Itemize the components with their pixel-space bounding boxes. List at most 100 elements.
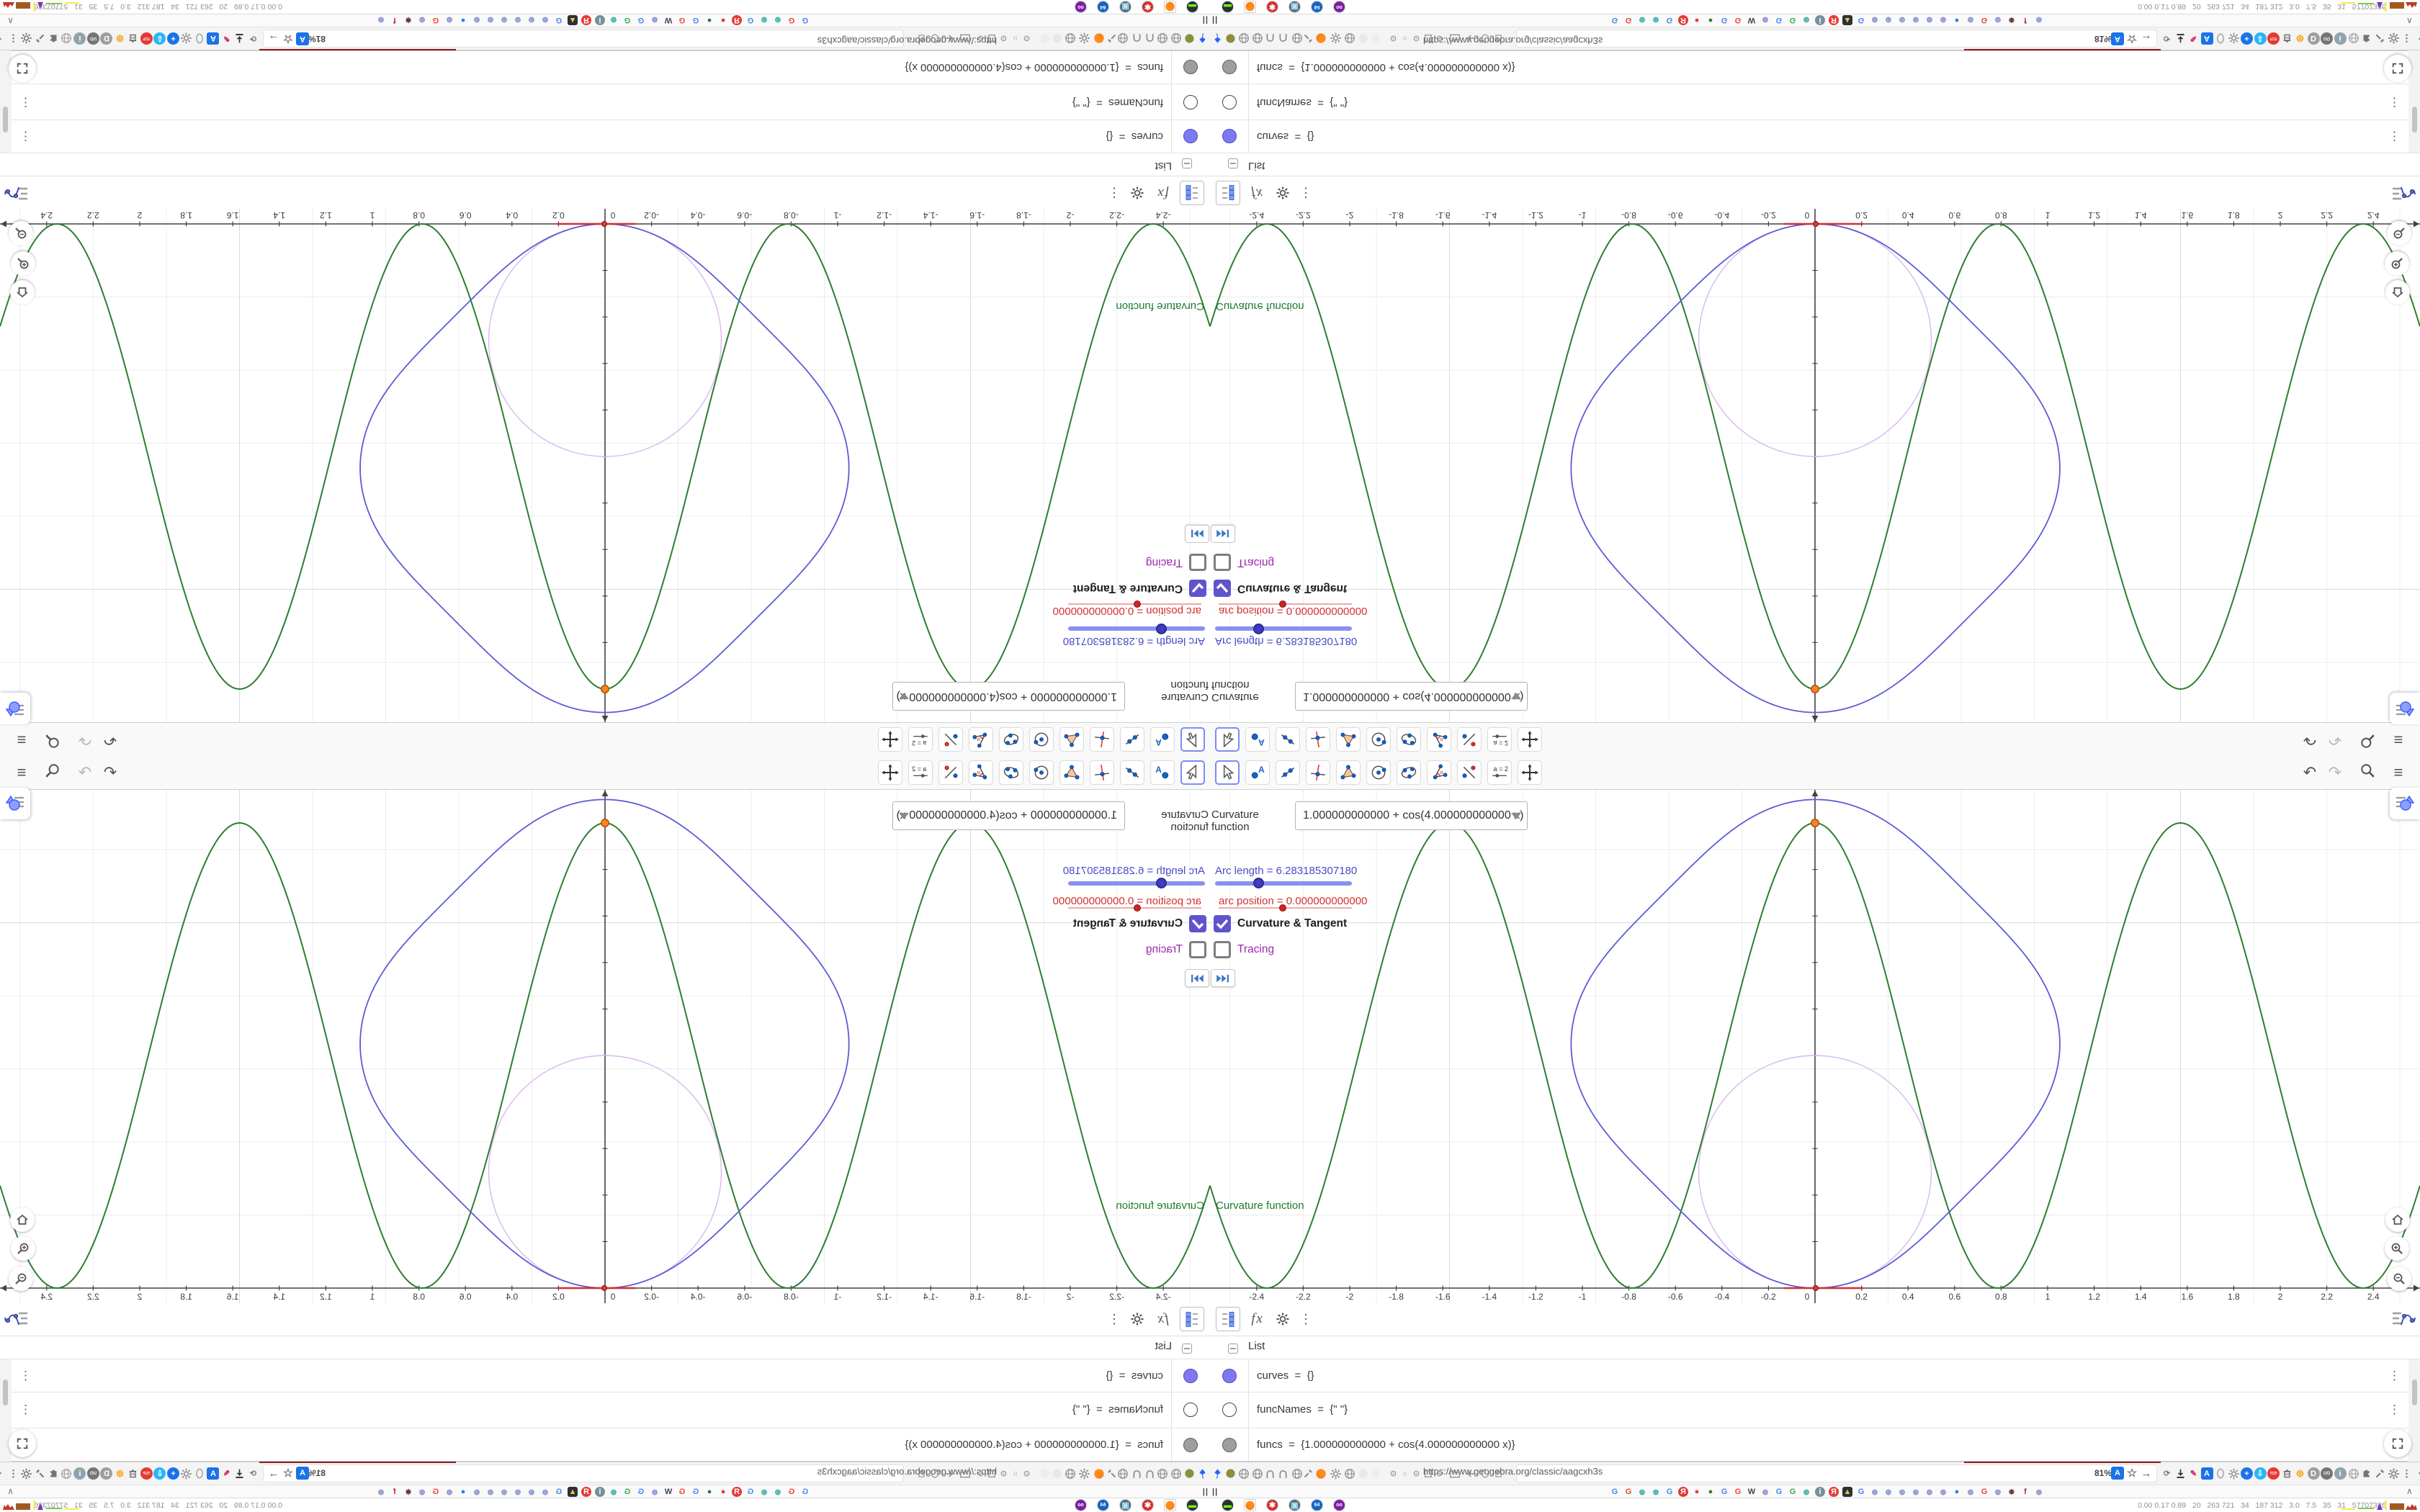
visibility-toggle-circle[interactable] — [1183, 1368, 1198, 1383]
horseshoe-icon[interactable] — [1131, 32, 1143, 45]
globe-share-icon[interactable]: ⊛ — [114, 32, 126, 45]
gear-extension-icon[interactable] — [181, 32, 193, 45]
puzzle-icon[interactable] — [48, 32, 60, 45]
bookmark-favicon[interactable]: ● — [1952, 1487, 1962, 1497]
chevron-up-icon[interactable]: ∧ — [2406, 1486, 2413, 1496]
bookmark-favicon[interactable]: Я — [732, 1487, 742, 1497]
bookmark-favicon[interactable]: ⊛ — [513, 15, 523, 25]
chevron-up-icon[interactable]: ∧ — [7, 16, 14, 26]
reload-icon[interactable]: ⟳ — [247, 1467, 259, 1480]
tool-perpendicular-line[interactable] — [1090, 760, 1114, 785]
shield-d-icon[interactable]: D — [100, 32, 113, 45]
row-menu-button[interactable]: ⋮ — [2388, 1403, 2401, 1417]
translate-extension-icon[interactable]: A — [2200, 1467, 2213, 1480]
curvature-tangent-checkbox[interactable] — [1189, 915, 1206, 932]
home-button[interactable] — [10, 1207, 35, 1232]
bookmark-favicon[interactable]: ⊛ — [1801, 1487, 1811, 1497]
undo-button[interactable]: ↶ — [2300, 762, 2320, 783]
row-menu-button[interactable]: ⋮ — [2388, 95, 2401, 109]
tool-ellipse[interactable] — [1397, 760, 1421, 785]
bookmark-favicon[interactable]: ⊛ — [1760, 15, 1770, 25]
bookmark-favicon[interactable]: Я — [732, 15, 742, 25]
panel-toggle-button[interactable] — [2391, 179, 2416, 203]
oval-extension-icon[interactable] — [2214, 32, 2226, 45]
library-icon[interactable] — [959, 1467, 972, 1480]
row-menu-button[interactable]: ⋮ — [2388, 130, 2401, 144]
extension-icon[interactable]: ○ — [1009, 1467, 1021, 1480]
arc-position-slider-knob[interactable] — [1279, 600, 1286, 608]
globe-icon[interactable] — [1291, 1467, 1303, 1480]
tree-view-button[interactable] — [1216, 1307, 1240, 1331]
chevron-up-icon[interactable]: ∧ — [2406, 16, 2413, 26]
wrench-icon[interactable] — [1302, 1467, 1314, 1480]
trash-extension-icon[interactable] — [2281, 1467, 2293, 1480]
bookmark-favicon[interactable]: ⊛ — [1966, 1487, 1976, 1497]
bookmark-favicon[interactable]: ⊛ — [1801, 15, 1811, 25]
stylebar-more-button[interactable]: ⋮ — [1102, 181, 1126, 205]
bookmark-favicon[interactable]: G — [1979, 15, 1989, 25]
tool-move-graphics-view[interactable] — [878, 760, 902, 785]
profile-dot-icon[interactable]: ● — [2414, 1467, 2420, 1480]
bookmark-favicon[interactable]: G — [636, 15, 646, 25]
bookmark-favicon[interactable]: ✸ — [2007, 15, 2017, 25]
fullscreen-button[interactable] — [9, 1430, 36, 1457]
bookmark-favicon[interactable]: ⊛ — [1651, 1487, 1661, 1497]
placeholder-icon[interactable] — [1039, 1467, 1051, 1480]
tool-reflect[interactable] — [1457, 727, 1482, 752]
pause-icon[interactable]: || — [1212, 16, 1218, 24]
site-icon[interactable] — [1183, 1467, 1196, 1480]
tool-ellipse[interactable] — [999, 727, 1023, 752]
bookmark-favicon[interactable]: G — [622, 15, 632, 25]
skip-to-end-button[interactable] — [1185, 525, 1209, 543]
gear-extension-icon[interactable] — [2388, 1467, 2400, 1480]
extension-icon[interactable]: ⊙ — [998, 32, 1010, 45]
bookmark-favicon[interactable]: ✸ — [2007, 1487, 2017, 1497]
shield-d-icon[interactable]: D — [100, 1467, 113, 1480]
monitor-app-icon[interactable]: ▣ — [1119, 1499, 1131, 1511]
zoom-indicator[interactable]: 81% — [308, 32, 326, 45]
visibility-toggle-circle[interactable] — [1183, 60, 1198, 75]
algebra-row[interactable]: curves = {} ⋮ — [0, 120, 1210, 153]
firefox-app-icon[interactable] — [1164, 1499, 1176, 1511]
bookmark-favicon[interactable]: ⊛ — [526, 15, 537, 25]
bookmark-favicon[interactable]: ⊛ — [444, 15, 454, 25]
globe-icon[interactable] — [1170, 32, 1183, 45]
shield-d-icon[interactable]: D — [2307, 32, 2320, 45]
bookmark-favicon[interactable]: ● — [458, 1487, 468, 1497]
bookmark-favicon[interactable]: G — [745, 1487, 756, 1497]
curvature-tangent-checkbox[interactable] — [1189, 580, 1206, 597]
wrench-icon[interactable] — [1106, 1467, 1118, 1480]
firefox-icon[interactable] — [1314, 32, 1327, 45]
bookmark-favicon[interactable]: G — [677, 15, 687, 25]
puzzle-icon[interactable] — [48, 1467, 60, 1480]
add-extension-icon[interactable]: + — [167, 32, 179, 45]
add-extension-icon[interactable]: + — [2241, 1467, 2253, 1480]
tcp-extension-icon[interactable]: TCP — [2267, 32, 2280, 45]
firefox-app-icon[interactable] — [1244, 1, 1256, 13]
download-icon[interactable] — [234, 1467, 246, 1480]
tool-polygon[interactable] — [1336, 760, 1361, 785]
owl-app-icon[interactable]: oo — [1075, 1, 1087, 13]
tool-move[interactable] — [1180, 760, 1205, 785]
bookmark-favicon[interactable]: ⊛ — [1924, 1487, 1935, 1497]
algebra-row[interactable]: funcNames = {" "} ⋮ — [1210, 84, 2420, 120]
tool-circle-with-center[interactable] — [1366, 760, 1391, 785]
bookmark-favicon[interactable]: W — [663, 1487, 673, 1497]
bookmark-favicon[interactable]: ⊛ — [1637, 15, 1647, 25]
fullscreen-button[interactable] — [9, 55, 36, 82]
back-icon[interactable] — [1465, 32, 1477, 45]
tcp-extension-icon[interactable]: TCP — [140, 1467, 153, 1480]
firefox-icon[interactable] — [1093, 32, 1106, 45]
bookmark-favicon[interactable]: f — [2020, 1487, 2030, 1497]
fullscreen-button[interactable] — [2384, 55, 2411, 82]
wrench-extension-icon[interactable] — [2374, 32, 2386, 45]
tool-reflect[interactable] — [938, 760, 963, 785]
algebra-row[interactable]: funcNames = {" "} ⋮ — [0, 1392, 1210, 1428]
bookmark-favicon[interactable]: ⊛ — [444, 1487, 454, 1497]
owl-app-icon[interactable]: oo — [1333, 1499, 1345, 1511]
redo-button[interactable]: ↷ — [75, 729, 95, 750]
forward-icon[interactable]: → — [267, 1467, 280, 1480]
skip-to-end-button[interactable] — [1211, 969, 1235, 987]
forward-icon[interactable]: → — [267, 32, 280, 45]
back-icon[interactable] — [1465, 1467, 1477, 1480]
